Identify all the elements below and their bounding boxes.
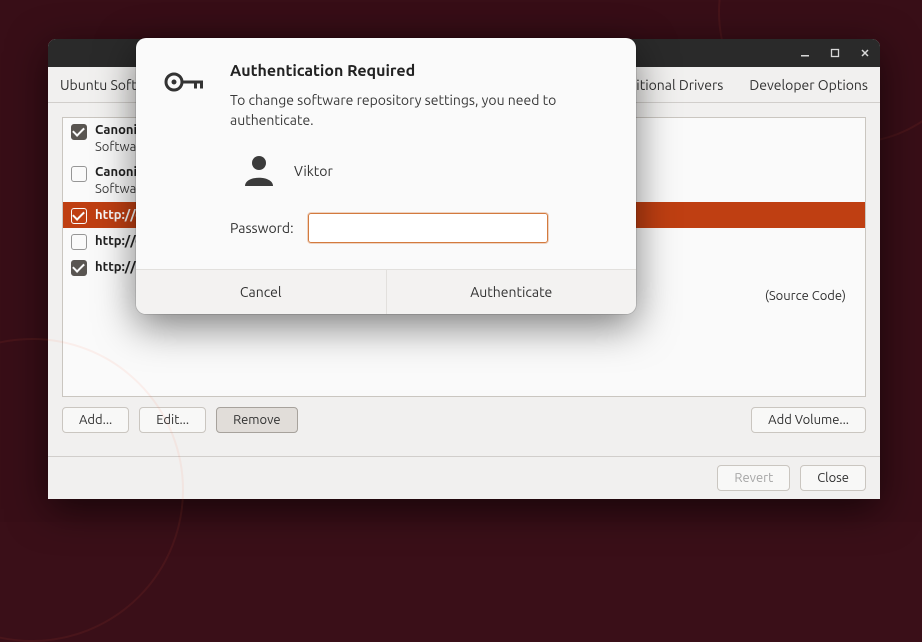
user-icon [242, 152, 276, 189]
add-button[interactable]: Add... [62, 407, 129, 433]
authenticate-button[interactable]: Authenticate [387, 270, 637, 314]
auth-title: Authentication Required [230, 62, 608, 80]
password-input[interactable] [308, 213, 548, 243]
auth-message: To change software repository settings, … [230, 90, 608, 130]
auth-username: Viktor [294, 163, 333, 179]
key-icon [164, 68, 208, 243]
auth-dialog: Authentication Required To change softwa… [136, 38, 636, 314]
password-label: Password: [230, 220, 294, 236]
cancel-button[interactable]: Cancel [136, 270, 387, 314]
